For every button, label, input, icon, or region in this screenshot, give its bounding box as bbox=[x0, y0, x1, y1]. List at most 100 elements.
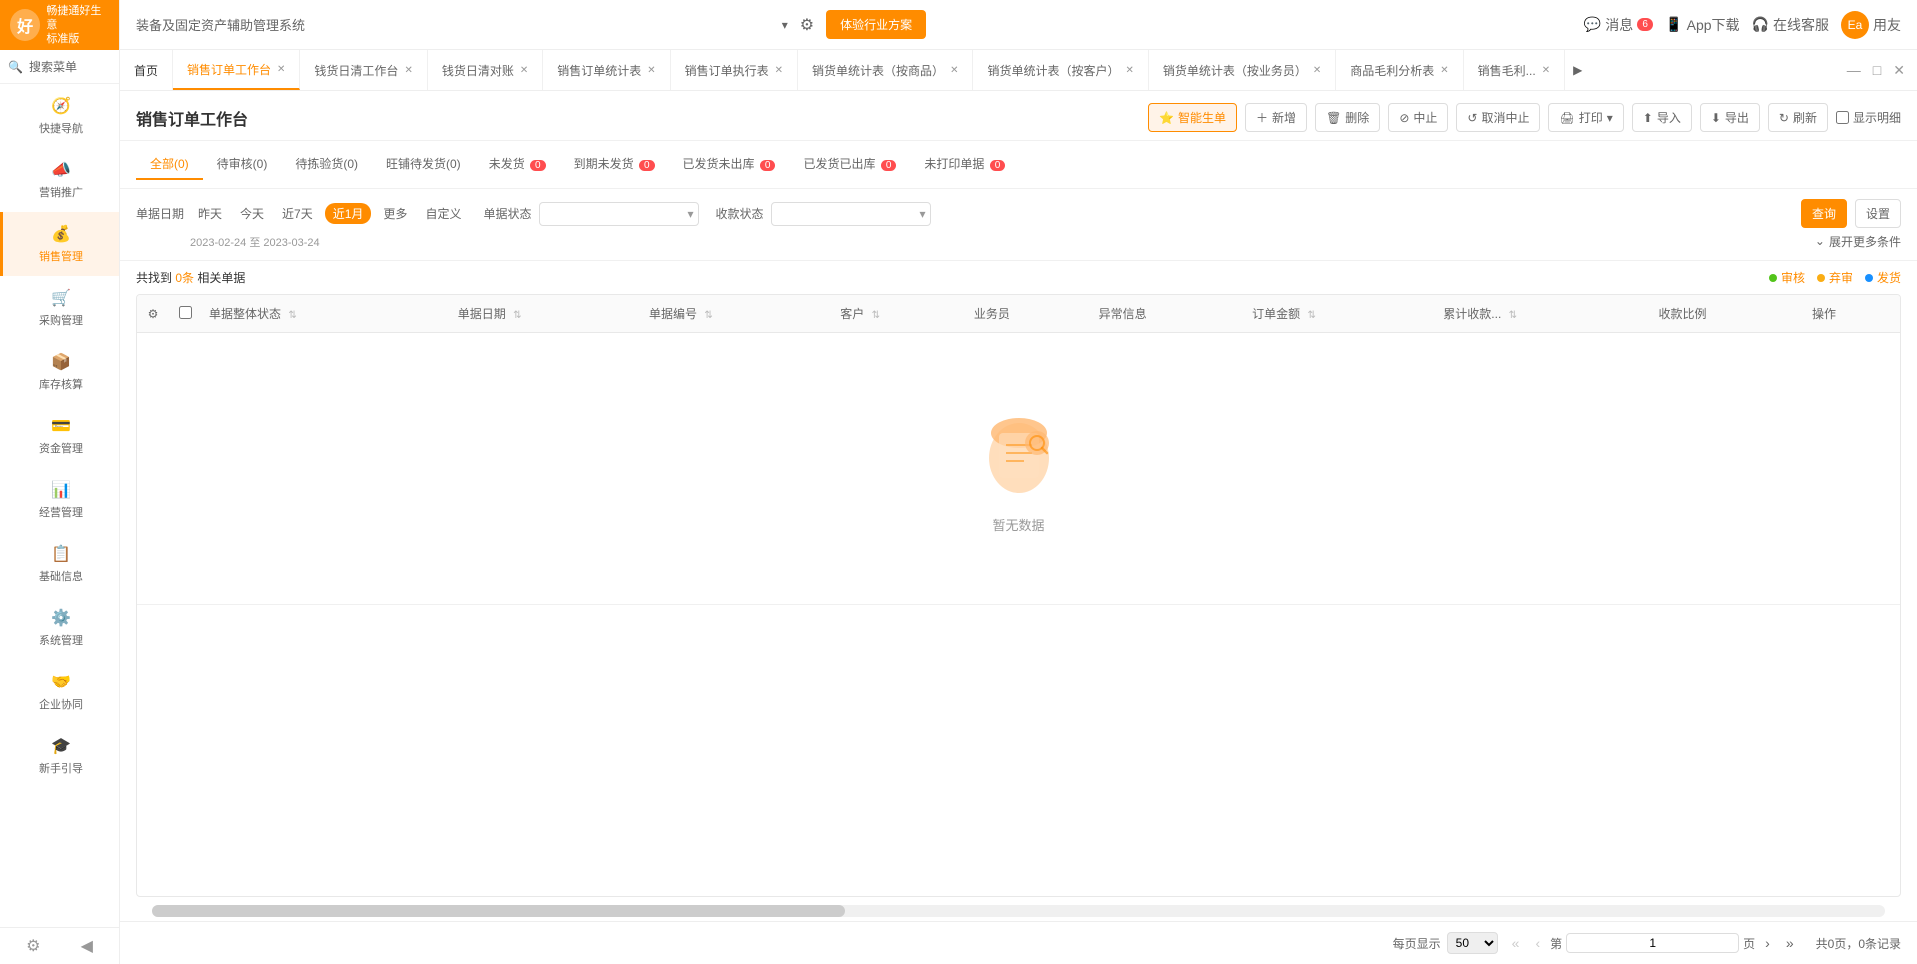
date-more[interactable]: 更多 bbox=[377, 203, 413, 224]
tab-sales-customer-stats[interactable]: 销货单统计表（按客户） ✕ bbox=[973, 50, 1148, 90]
import-btn[interactable]: ⬆ 导入 bbox=[1632, 103, 1692, 132]
date-custom[interactable]: 自定义 bbox=[419, 203, 467, 224]
tab-sales-product-stats[interactable]: 销货单统计表（按商品） ✕ bbox=[798, 50, 973, 90]
add-btn[interactable]: ＋ 新增 bbox=[1245, 103, 1307, 132]
settings-icon[interactable]: ⚙ bbox=[800, 15, 814, 35]
refresh-btn[interactable]: ↻ 刷新 bbox=[1768, 103, 1828, 132]
sidebar-item-enterprise[interactable]: 🤝 企业协同 bbox=[0, 660, 119, 724]
data-count-text: 共找到 0条 相关单据 bbox=[136, 269, 245, 286]
sidebar-item-purchase[interactable]: 🛒 采购管理 bbox=[0, 276, 119, 340]
filter-tab-shop-pending-ship[interactable]: 旺铺待发货(0) bbox=[372, 149, 475, 180]
tab-close-icon[interactable]: ✕ bbox=[950, 65, 958, 76]
app-download-btn[interactable]: 📱 App下载 bbox=[1665, 15, 1739, 35]
status-select[interactable] bbox=[539, 202, 699, 226]
page-number-input[interactable] bbox=[1566, 933, 1739, 953]
cancel-stop-btn[interactable]: ↺ 取消中止 bbox=[1456, 103, 1540, 132]
sidebar-item-marketing[interactable]: 📣 营销推广 bbox=[0, 148, 119, 212]
filter-tab-shipped-out[interactable]: 已发货已出库 0 bbox=[789, 149, 910, 180]
filter-tab-label: 待审核(0) bbox=[217, 157, 268, 171]
expand-more-btn[interactable]: ⌄ 展开更多条件 bbox=[1815, 233, 1901, 250]
date-yesterday[interactable]: 昨天 bbox=[192, 203, 228, 224]
col-number[interactable]: 单据编号 ⇅ bbox=[641, 295, 832, 333]
date-7days[interactable]: 近7天 bbox=[276, 203, 319, 224]
smart-create-btn[interactable]: ⭐ 智能生单 bbox=[1148, 103, 1237, 132]
system-dropdown[interactable]: ▾ bbox=[782, 18, 788, 32]
sidebar-item-sales[interactable]: 💰 销售管理 bbox=[0, 212, 119, 276]
ship-action-btn[interactable]: 发货 bbox=[1865, 269, 1901, 286]
settings-icon[interactable]: ⚙ bbox=[26, 936, 40, 956]
filter-tab-unshipped[interactable]: 未发货 0 bbox=[475, 149, 560, 180]
col-customer[interactable]: 客户 ⇅ bbox=[832, 295, 966, 333]
message-btn[interactable]: 💬 消息 6 bbox=[1584, 15, 1653, 35]
online-service-btn[interactable]: 🎧 在线客服 bbox=[1752, 15, 1829, 35]
tab-sales-stats[interactable]: 销售订单统计表 ✕ bbox=[543, 50, 670, 90]
tab-maximize-icon[interactable]: □ bbox=[1869, 60, 1885, 80]
select-all-checkbox[interactable] bbox=[179, 306, 192, 319]
sidebar-item-system[interactable]: ⚙️ 系统管理 bbox=[0, 596, 119, 660]
user-menu[interactable]: Ea 用友 bbox=[1841, 11, 1901, 39]
prev-page-btn[interactable]: ‹ bbox=[1529, 933, 1546, 953]
add-label: 新增 bbox=[1272, 109, 1296, 126]
tab-close-icon[interactable]: ✕ bbox=[520, 65, 528, 76]
tab-sales-exec[interactable]: 销售订单执行表 ✕ bbox=[671, 50, 798, 90]
date-today[interactable]: 今天 bbox=[234, 203, 270, 224]
tab-sales-staff-stats[interactable]: 销货单统计表（按业务员） ✕ bbox=[1149, 50, 1336, 90]
tabbar-more-btn[interactable]: ▶ bbox=[1565, 63, 1590, 77]
review-action-btn[interactable]: 审核 bbox=[1769, 269, 1805, 286]
sidebar-item-tutorial[interactable]: 🎓 新手引导 bbox=[0, 724, 119, 788]
tab-home[interactable]: 首页 bbox=[120, 50, 173, 90]
sidebar-item-basic-info[interactable]: 📋 基础信息 bbox=[0, 532, 119, 596]
col-settings[interactable]: ⚙ bbox=[137, 295, 169, 333]
tab-sales-order-workspace[interactable]: 销售订单工作台 ✕ bbox=[173, 50, 300, 90]
delete-btn[interactable]: 🗑 删除 bbox=[1315, 103, 1380, 132]
scrollbar-track[interactable] bbox=[152, 905, 1885, 917]
tab-close-icon[interactable]: ✕ bbox=[1313, 65, 1321, 76]
filter-tab-overdue-ship[interactable]: 到期未发货 0 bbox=[560, 149, 669, 180]
solution-btn[interactable]: 体验行业方案 bbox=[826, 10, 926, 39]
last-page-btn[interactable]: » bbox=[1780, 933, 1800, 953]
sidebar-item-search[interactable]: 🔍 搜索菜单 bbox=[0, 50, 119, 84]
query-btn[interactable]: 查询 bbox=[1801, 199, 1847, 228]
per-page-select[interactable]: 50 100 200 bbox=[1447, 932, 1498, 954]
filter-tab-shipped-not-out[interactable]: 已发货未出库 0 bbox=[669, 149, 790, 180]
payment-select[interactable] bbox=[771, 202, 931, 226]
tab-close-icon[interactable]: ✕ bbox=[1440, 65, 1448, 76]
export-btn[interactable]: ⬇ 导出 bbox=[1700, 103, 1760, 132]
filter-tab-unprinted[interactable]: 未打印单据 0 bbox=[910, 149, 1019, 180]
col-accumulated-payment[interactable]: 累计收款... ⇅ bbox=[1435, 295, 1650, 333]
col-date[interactable]: 单据日期 ⇅ bbox=[450, 295, 641, 333]
tab-close-icon[interactable]: ✕ bbox=[404, 65, 412, 76]
tab-minimize-icon[interactable]: — bbox=[1843, 60, 1865, 80]
next-page-btn[interactable]: › bbox=[1759, 933, 1776, 953]
tab-product-margin[interactable]: 商品毛利分析表 ✕ bbox=[1336, 50, 1463, 90]
filter-settings-btn[interactable]: 设置 bbox=[1855, 199, 1901, 228]
tab-close-icon[interactable]: ✕ bbox=[775, 65, 783, 76]
tab-cash-reconcile[interactable]: 钱货日清对账 ✕ bbox=[428, 50, 543, 90]
tab-close-icon[interactable]: ✕ bbox=[277, 64, 285, 75]
unreviewed-action-btn[interactable]: 弃审 bbox=[1817, 269, 1853, 286]
tab-close-icon[interactable]: ✕ bbox=[647, 65, 655, 76]
sidebar-item-operations[interactable]: 📊 经营管理 bbox=[0, 468, 119, 532]
sidebar-item-quicknav[interactable]: 🧭 快捷导航 bbox=[0, 84, 119, 148]
horizontal-scrollbar[interactable] bbox=[120, 905, 1917, 917]
filter-tab-all[interactable]: 全部(0) bbox=[136, 149, 203, 180]
first-page-btn[interactable]: « bbox=[1506, 933, 1526, 953]
show-detail-checkbox[interactable] bbox=[1836, 111, 1849, 124]
sidebar-item-inventory[interactable]: 📦 库存核算 bbox=[0, 340, 119, 404]
tab-cash-daily-workspace[interactable]: 钱货日清工作台 ✕ bbox=[300, 50, 427, 90]
collapse-icon[interactable]: ◀ bbox=[81, 936, 93, 956]
stop-btn[interactable]: ⊘ 中止 bbox=[1388, 103, 1448, 132]
filter-tab-pending-review[interactable]: 待审核(0) bbox=[203, 149, 282, 180]
print-btn[interactable]: 🖨 打印 ▾ bbox=[1548, 103, 1623, 132]
col-status[interactable]: 单据整体状态 ⇅ bbox=[201, 295, 450, 333]
filter-tab-pending-inspect[interactable]: 待拣验货(0) bbox=[281, 149, 372, 180]
tab-label: 销货单统计表（按客户） bbox=[987, 62, 1119, 79]
tab-close-all-icon[interactable]: ✕ bbox=[1889, 60, 1909, 81]
col-amount[interactable]: 订单金额 ⇅ bbox=[1244, 295, 1435, 333]
date-1month[interactable]: 近1月 bbox=[325, 203, 372, 224]
tab-close-icon[interactable]: ✕ bbox=[1125, 65, 1133, 76]
tab-sales-margin[interactable]: 销售毛利... ✕ bbox=[1464, 50, 1565, 90]
scrollbar-thumb[interactable] bbox=[152, 905, 845, 917]
tab-close-icon[interactable]: ✕ bbox=[1542, 65, 1550, 76]
sidebar-item-finance[interactable]: 💳 资金管理 bbox=[0, 404, 119, 468]
